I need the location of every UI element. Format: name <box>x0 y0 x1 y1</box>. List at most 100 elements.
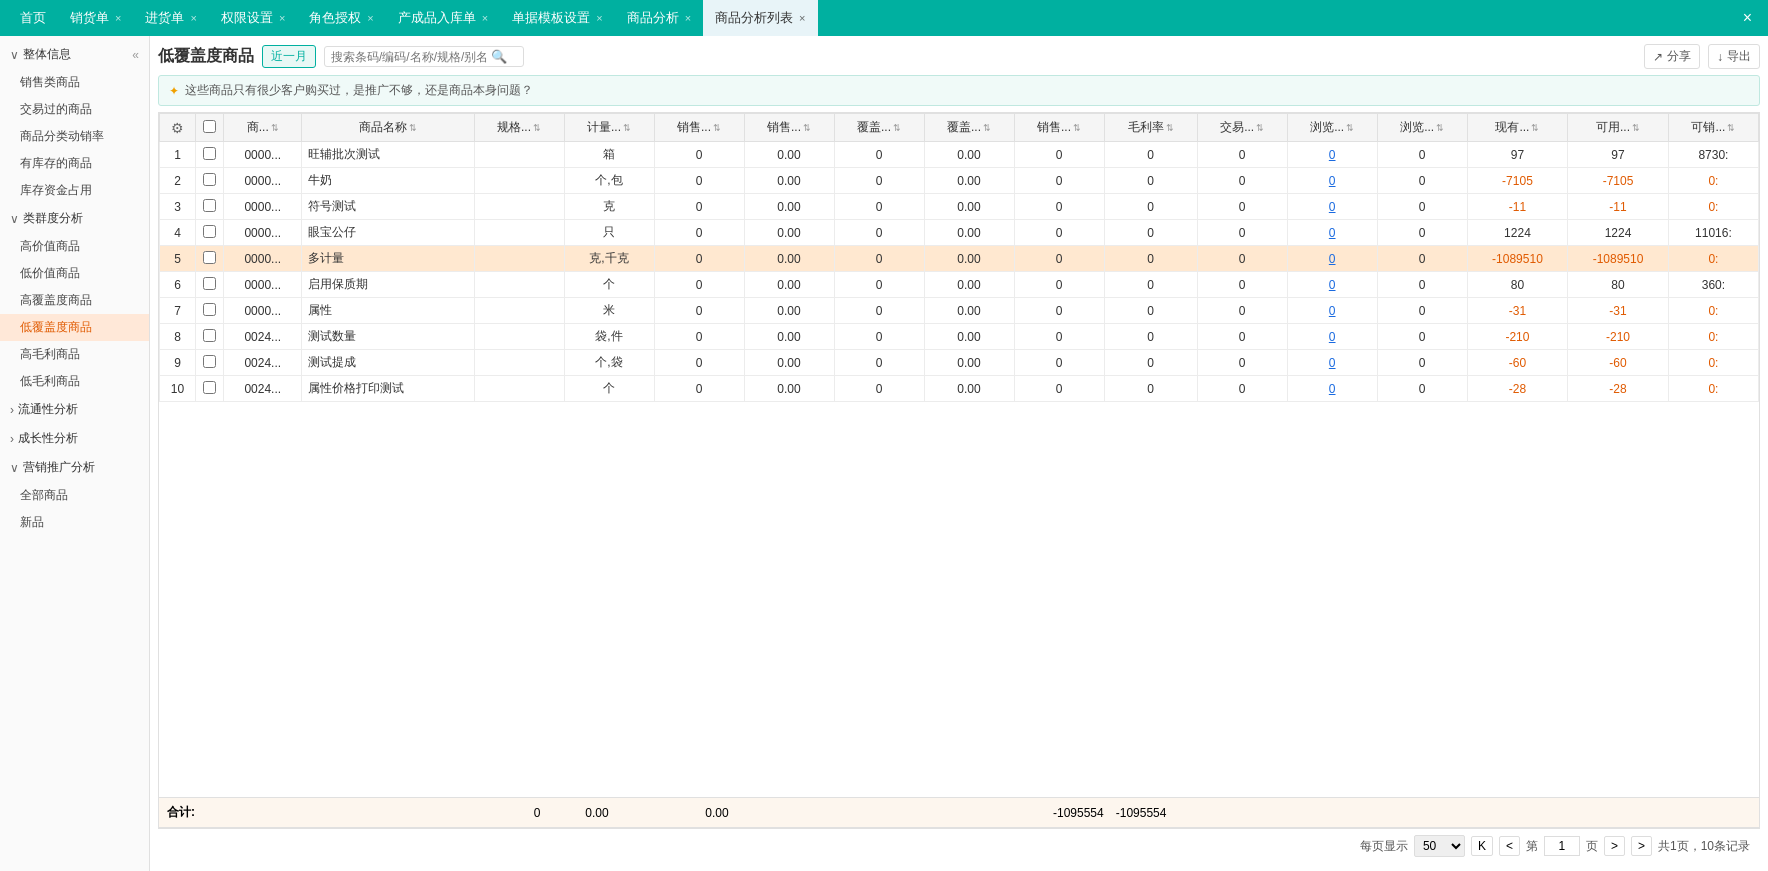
nav-purchase-order[interactable]: 进货单 × <box>133 0 208 36</box>
col-coverage2[interactable]: 覆盖...⇅ <box>924 114 1014 142</box>
cell-browse1[interactable]: 0 <box>1287 168 1377 194</box>
search-input[interactable] <box>331 50 491 64</box>
nav-sales-order[interactable]: 销货单 × <box>58 0 133 36</box>
sidebar-section-overall[interactable]: ∨ 整体信息 « <box>0 40 149 69</box>
col-unit[interactable]: 计量...⇅ <box>564 114 654 142</box>
row-checkbox[interactable] <box>203 303 216 316</box>
sidebar-item-low-value[interactable]: 低价值商品 <box>0 260 149 287</box>
cell-browse1[interactable]: 0 <box>1287 376 1377 402</box>
share-button[interactable]: ↗ 分享 <box>1644 44 1700 69</box>
sidebar-item-high-coverage[interactable]: 高覆盖度商品 <box>0 287 149 314</box>
cell-browse1[interactable]: 0 <box>1287 298 1377 324</box>
export-button[interactable]: ↓ 导出 <box>1708 44 1760 69</box>
cell-checkbox[interactable] <box>196 350 224 376</box>
page-number-input[interactable] <box>1544 836 1580 856</box>
sidebar-item-high-value[interactable]: 高价值商品 <box>0 233 149 260</box>
cell-checkbox[interactable] <box>196 246 224 272</box>
sidebar-item-low-margin[interactable]: 低毛利商品 <box>0 368 149 395</box>
data-table-container[interactable]: ⚙ 商...⇅ 商品名称⇅ 规格...⇅ 计量...⇅ 销售...⇅ 销售...… <box>158 112 1760 798</box>
nav-product-analysis-list[interactable]: 商品分析列表 × <box>703 0 817 36</box>
cell-checkbox[interactable] <box>196 194 224 220</box>
footer-available: -1095554 <box>1110 806 1173 820</box>
close-icon[interactable]: × <box>596 12 602 24</box>
row-checkbox[interactable] <box>203 277 216 290</box>
settings-icon[interactable]: ⚙ <box>171 120 184 136</box>
sidebar-item-stocked-goods[interactable]: 有库存的商品 <box>0 150 149 177</box>
nav-permissions[interactable]: 权限设置 × <box>209 0 297 36</box>
cell-checkbox[interactable] <box>196 142 224 168</box>
close-icon[interactable]: × <box>190 12 196 24</box>
page-size-select[interactable]: 50 10 20 100 <box>1414 835 1465 857</box>
sidebar-item-high-margin[interactable]: 高毛利商品 <box>0 341 149 368</box>
row-checkbox[interactable] <box>203 199 216 212</box>
sidebar-item-category-rate[interactable]: 商品分类动销率 <box>0 123 149 150</box>
cell-browse1[interactable]: 0 <box>1287 220 1377 246</box>
close-icon[interactable]: × <box>482 12 488 24</box>
sidebar-item-inventory-capital[interactable]: 库存资金占用 <box>0 177 149 204</box>
cell-browse1[interactable]: 0 <box>1287 350 1377 376</box>
prev-page-button[interactable]: < <box>1499 836 1520 856</box>
col-sellable[interactable]: 可销...⇅ <box>1668 114 1758 142</box>
col-browse2[interactable]: 浏览...⇅ <box>1377 114 1467 142</box>
close-icon[interactable]: × <box>367 12 373 24</box>
col-spec[interactable]: 规格...⇅ <box>474 114 564 142</box>
col-sales-amount[interactable]: 销售...⇅ <box>744 114 834 142</box>
close-icon[interactable]: × <box>685 12 691 24</box>
sidebar-item-all-goods[interactable]: 全部商品 <box>0 482 149 509</box>
col-sales3[interactable]: 销售...⇅ <box>1014 114 1104 142</box>
row-checkbox[interactable] <box>203 329 216 342</box>
col-available[interactable]: 可用...⇅ <box>1568 114 1669 142</box>
col-name[interactable]: 商品名称⇅ <box>302 114 474 142</box>
sidebar-section-marketing[interactable]: ∨ 营销推广分析 <box>0 453 149 482</box>
row-checkbox[interactable] <box>203 173 216 186</box>
close-icon[interactable]: × <box>115 12 121 24</box>
cell-browse1[interactable]: 0 <box>1287 142 1377 168</box>
cell-checkbox[interactable] <box>196 220 224 246</box>
col-sales-count[interactable]: 销售...⇅ <box>654 114 744 142</box>
next-page-button[interactable]: > <box>1604 836 1625 856</box>
select-all-checkbox[interactable] <box>203 120 216 133</box>
last-page-button[interactable]: > <box>1631 836 1652 856</box>
cell-checkbox[interactable] <box>196 168 224 194</box>
close-icon[interactable]: × <box>279 12 285 24</box>
row-checkbox[interactable] <box>203 355 216 368</box>
cell-checkbox[interactable] <box>196 298 224 324</box>
nav-template-settings[interactable]: 单据模板设置 × <box>500 0 614 36</box>
close-icon[interactable]: × <box>799 12 805 24</box>
col-settings[interactable]: ⚙ <box>160 114 196 142</box>
col-browse1[interactable]: 浏览...⇅ <box>1287 114 1377 142</box>
search-icon[interactable]: 🔍 <box>491 49 507 64</box>
row-checkbox[interactable] <box>203 381 216 394</box>
cell-browse1[interactable]: 0 <box>1287 324 1377 350</box>
window-close-button[interactable]: × <box>1735 9 1760 27</box>
cell-browse1[interactable]: 0 <box>1287 272 1377 298</box>
cell-browse1[interactable]: 0 <box>1287 246 1377 272</box>
sidebar-item-new-goods[interactable]: 新品 <box>0 509 149 536</box>
nav-product-analysis[interactable]: 商品分析 × <box>615 0 703 36</box>
sidebar-section-growth[interactable]: › 成长性分析 <box>0 424 149 453</box>
col-coverage1[interactable]: 覆盖...⇅ <box>834 114 924 142</box>
col-checkbox[interactable] <box>196 114 224 142</box>
time-filter-button[interactable]: 近一月 <box>262 45 316 68</box>
sidebar-item-traded-goods[interactable]: 交易过的商品 <box>0 96 149 123</box>
row-checkbox[interactable] <box>203 147 216 160</box>
col-code[interactable]: 商...⇅ <box>224 114 302 142</box>
sidebar-item-low-coverage[interactable]: 低覆盖度商品 <box>0 314 149 341</box>
nav-finished-goods[interactable]: 产成品入库单 × <box>386 0 500 36</box>
nav-home[interactable]: 首页 <box>8 0 58 36</box>
col-transaction[interactable]: 交易...⇅ <box>1197 114 1287 142</box>
collapse-icon[interactable]: « <box>132 48 139 62</box>
col-gross-margin[interactable]: 毛利率⇅ <box>1104 114 1197 142</box>
cell-checkbox[interactable] <box>196 376 224 402</box>
first-page-button[interactable]: K <box>1471 836 1493 856</box>
row-checkbox[interactable] <box>203 225 216 238</box>
nav-role-auth[interactable]: 角色授权 × <box>297 0 385 36</box>
sidebar-section-group-analysis[interactable]: ∨ 类群度分析 <box>0 204 149 233</box>
sidebar-item-sales-goods[interactable]: 销售类商品 <box>0 69 149 96</box>
row-checkbox[interactable] <box>203 251 216 264</box>
cell-browse1[interactable]: 0 <box>1287 194 1377 220</box>
col-current-stock[interactable]: 现有...⇅ <box>1467 114 1568 142</box>
sidebar-section-liquidity[interactable]: › 流通性分析 <box>0 395 149 424</box>
cell-checkbox[interactable] <box>196 324 224 350</box>
cell-checkbox[interactable] <box>196 272 224 298</box>
